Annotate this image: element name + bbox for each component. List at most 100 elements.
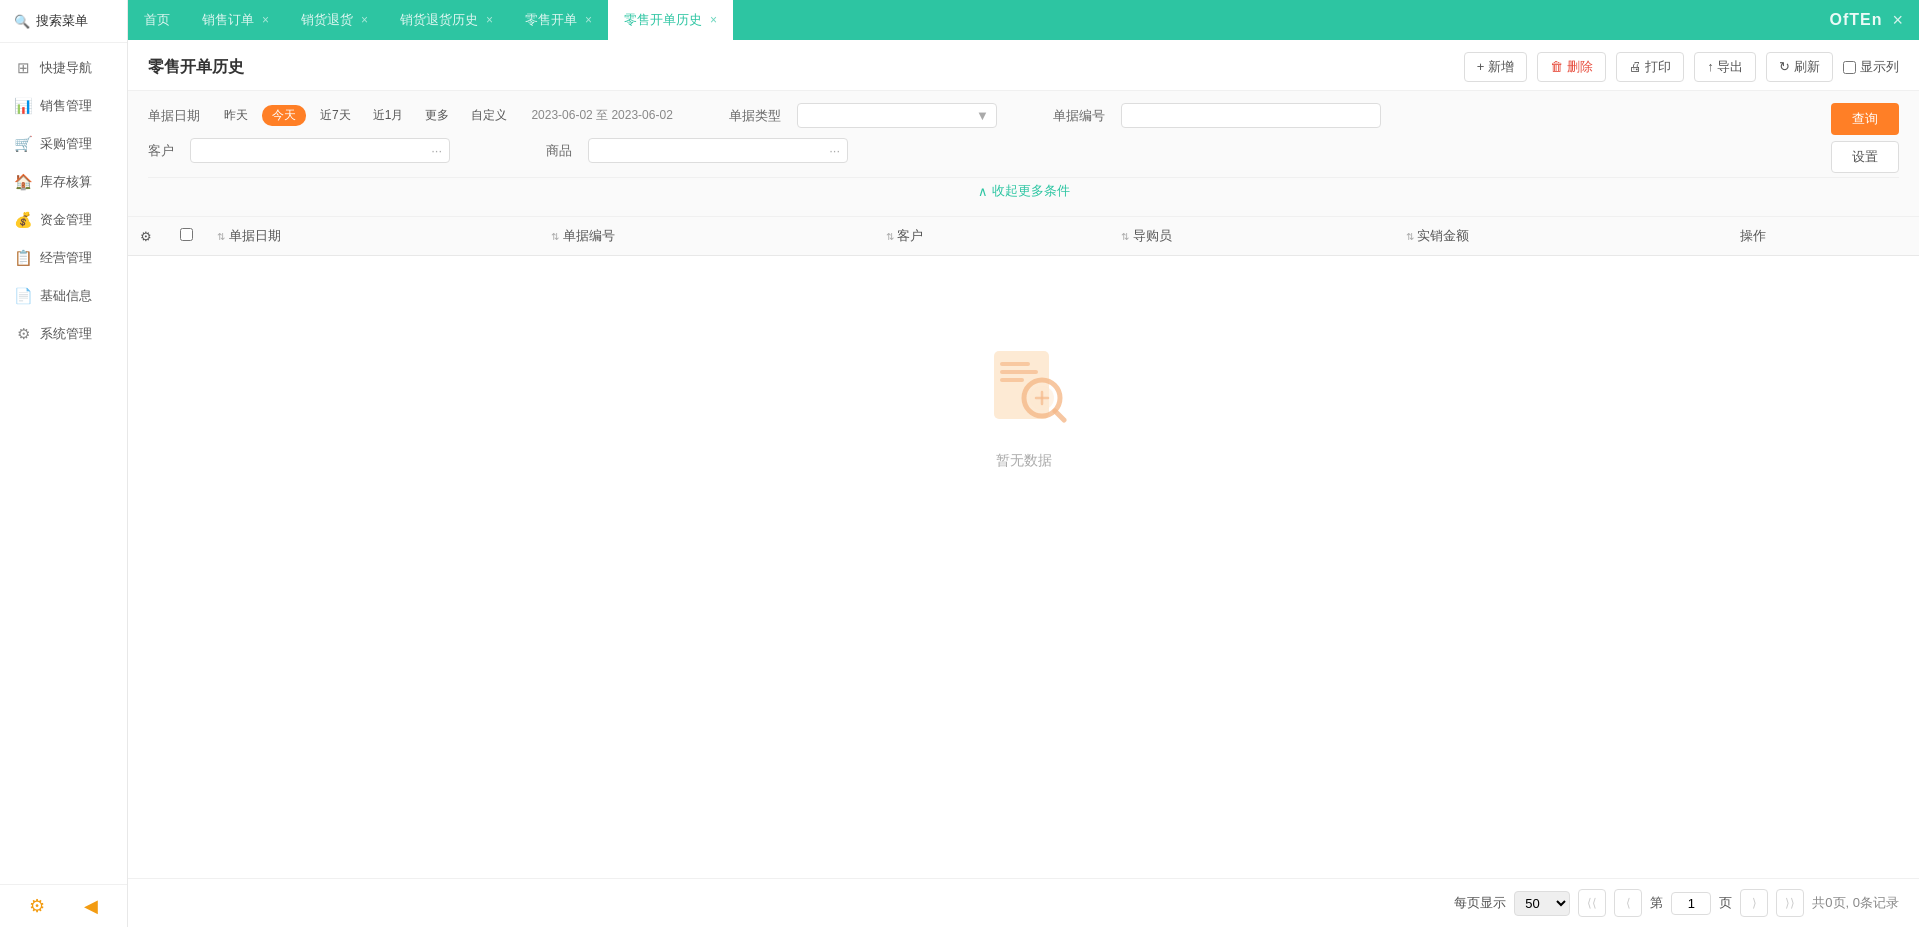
- sidebar-item-sales-mgmt[interactable]: 📊 销售管理: [0, 87, 127, 125]
- header-actions: + 新增 🗑 删除 🖨 打印 ↑ 导出 ↻ 刷新 显示列: [1464, 52, 1899, 82]
- filter-settings-button[interactable]: 设置: [1831, 141, 1899, 173]
- th-no[interactable]: ⇅ 单据编号: [539, 217, 873, 256]
- tab-close-sales-return-history[interactable]: ×: [486, 13, 493, 27]
- display-cols-checkbox-wrap[interactable]: 显示列: [1843, 58, 1899, 76]
- date-option-more[interactable]: 更多: [417, 105, 457, 126]
- page-header: 零售开单历史 + 新增 🗑 删除 🖨 打印 ↑ 导出 ↻ 刷新 显示列: [128, 40, 1919, 91]
- sidebar-search[interactable]: 🔍 搜索菜单: [0, 0, 127, 43]
- sidebar-item-inventory[interactable]: 🏠 库存核算: [0, 163, 127, 201]
- tab-close-retail-open[interactable]: ×: [585, 13, 592, 27]
- tab-label-retail-open: 零售开单: [525, 11, 577, 29]
- svg-rect-3: [1000, 378, 1024, 382]
- sidebar-icon-inventory: 🏠: [14, 173, 32, 191]
- sidebar-item-operations[interactable]: 📋 经营管理: [0, 239, 127, 277]
- tab-retail-open-history[interactable]: 零售开单历史 ×: [608, 0, 733, 40]
- page-body: 零售开单历史 + 新增 🗑 删除 🖨 打印 ↑ 导出 ↻ 刷新 显示列 单据日: [128, 40, 1919, 927]
- goods-input-wrap: ···: [588, 138, 848, 163]
- date-option-custom[interactable]: 自定义: [463, 105, 515, 126]
- window-close-icon[interactable]: ×: [1892, 10, 1903, 31]
- goods-dots-icon[interactable]: ···: [829, 143, 840, 158]
- sidebar-label-purchase-mgmt: 采购管理: [40, 135, 92, 153]
- select-all-checkbox[interactable]: [180, 228, 193, 241]
- tab-label-sales-order: 销售订单: [202, 11, 254, 29]
- th-date[interactable]: ⇅ 单据日期: [205, 217, 539, 256]
- display-cols-checkbox[interactable]: [1843, 61, 1856, 74]
- bill-type-select[interactable]: [797, 103, 997, 128]
- empty-illustration: [974, 336, 1074, 436]
- bill-no-label: 单据编号: [1053, 107, 1105, 125]
- query-button[interactable]: 查询: [1831, 103, 1899, 135]
- customer-dots-icon[interactable]: ···: [431, 143, 442, 158]
- sort-icon-customer: ⇅: [886, 231, 894, 242]
- column-settings-icon[interactable]: ⚙: [140, 229, 152, 244]
- filter-area: 单据日期 昨天今天近7天近1月更多自定义 2023-06-02 至 2023-0…: [128, 91, 1919, 217]
- add-button[interactable]: + 新增: [1464, 52, 1527, 82]
- tab-retail-open[interactable]: 零售开单 ×: [509, 0, 608, 40]
- sort-icon-guide: ⇅: [1121, 231, 1129, 242]
- bill-no-input[interactable]: [1121, 103, 1381, 128]
- tab-sales-return[interactable]: 销货退货×: [285, 0, 384, 40]
- svg-rect-1: [1000, 362, 1030, 366]
- date-option-yesterday[interactable]: 昨天: [216, 105, 256, 126]
- sidebar-item-finance[interactable]: 💰 资金管理: [0, 201, 127, 239]
- refresh-button[interactable]: ↻ 刷新: [1766, 52, 1833, 82]
- tab-home[interactable]: 首页: [128, 0, 186, 40]
- goods-input[interactable]: [588, 138, 848, 163]
- tab-label-retail-open-history: 零售开单历史: [624, 11, 702, 29]
- sidebar-label-finance: 资金管理: [40, 211, 92, 229]
- tab-close-sales-return[interactable]: ×: [361, 13, 368, 27]
- svg-line-6: [1055, 411, 1064, 420]
- date-option-month[interactable]: 近1月: [365, 105, 412, 126]
- page-size-select[interactable]: 2050100: [1514, 891, 1570, 916]
- collapse-footer-icon[interactable]: ◀: [84, 895, 98, 917]
- date-options: 昨天今天近7天近1月更多自定义: [216, 105, 515, 126]
- sidebar-nav: ⊞ 快捷导航📊 销售管理🛒 采购管理🏠 库存核算💰 资金管理📋 经营管理📄 基础…: [0, 43, 127, 884]
- filter-row-2: 客户 ··· 商品 ···: [148, 138, 1819, 163]
- sidebar-icon-operations: 📋: [14, 249, 32, 267]
- last-page-btn[interactable]: ⟩⟩: [1776, 889, 1804, 917]
- th-amount[interactable]: ⇅ 实销金额: [1394, 217, 1728, 256]
- th-guide[interactable]: ⇅ 导购员: [1109, 217, 1394, 256]
- table-area: ⚙ ⇅ 单据日期⇅ 单据编号⇅ 客户⇅ 导购员⇅ 实销金额操作: [128, 217, 1919, 878]
- sidebar-label-quick-nav: 快捷导航: [40, 59, 92, 77]
- th-customer[interactable]: ⇅ 客户: [874, 217, 1109, 256]
- print-button[interactable]: 🖨 打印: [1616, 52, 1685, 82]
- sidebar-footer: ⚙ ◀: [0, 884, 127, 927]
- next-page-btn[interactable]: ⟩: [1740, 889, 1768, 917]
- tab-label-sales-return-history: 销货退货历史: [400, 11, 478, 29]
- search-icon: 🔍: [14, 14, 30, 29]
- sort-icon-amount: ⇅: [1406, 231, 1414, 242]
- first-page-btn[interactable]: ⟨⟨: [1578, 889, 1606, 917]
- data-table: ⚙ ⇅ 单据日期⇅ 单据编号⇅ 客户⇅ 导购员⇅ 实销金额操作: [128, 217, 1919, 256]
- customer-input[interactable]: [190, 138, 450, 163]
- tab-close-retail-open-history[interactable]: ×: [710, 13, 717, 27]
- th-checkbox: [168, 217, 205, 256]
- prev-page-btn[interactable]: ⟨: [1614, 889, 1642, 917]
- collapse-label: 收起更多条件: [992, 182, 1070, 200]
- tab-bar-right: OfTEn ×: [1829, 10, 1919, 31]
- sidebar-label-operations: 经营管理: [40, 249, 92, 267]
- sidebar: 🔍 搜索菜单 ⊞ 快捷导航📊 销售管理🛒 采购管理🏠 库存核算💰 资金管理📋 经…: [0, 0, 128, 927]
- sidebar-item-basic-info[interactable]: 📄 基础信息: [0, 277, 127, 315]
- sidebar-icon-sys-mgmt: ⚙: [14, 325, 32, 343]
- tab-label-home: 首页: [144, 11, 170, 29]
- tab-sales-order[interactable]: 销售订单 ×: [186, 0, 285, 40]
- settings-footer-icon[interactable]: ⚙: [29, 895, 45, 917]
- collapse-filter-btn[interactable]: ∧ 收起更多条件: [148, 177, 1899, 204]
- sidebar-label-inventory: 库存核算: [40, 173, 92, 191]
- export-button[interactable]: ↑ 导出: [1694, 52, 1756, 82]
- current-page-input[interactable]: 1: [1671, 892, 1711, 915]
- bill-type-label: 单据类型: [729, 107, 781, 125]
- sidebar-item-sys-mgmt[interactable]: ⚙ 系统管理: [0, 315, 127, 353]
- table-footer: 每页显示 2050100 ⟨⟨ ⟨ 第 1 页 ⟩ ⟩⟩ 共0页, 0条记录: [128, 878, 1919, 927]
- tab-sales-return-history[interactable]: 销货退货历史 ×: [384, 0, 509, 40]
- sidebar-item-purchase-mgmt[interactable]: 🛒 采购管理: [0, 125, 127, 163]
- svg-rect-2: [1000, 370, 1038, 374]
- sidebar-item-quick-nav[interactable]: ⊞ 快捷导航: [0, 49, 127, 87]
- delete-button[interactable]: 🗑 删除: [1537, 52, 1606, 82]
- page-label: 页: [1719, 894, 1732, 912]
- tab-close-sales-order[interactable]: ×: [262, 13, 269, 27]
- page-label-pre: 第: [1650, 894, 1663, 912]
- date-option-today[interactable]: 今天: [262, 105, 306, 126]
- date-option-week[interactable]: 近7天: [312, 105, 359, 126]
